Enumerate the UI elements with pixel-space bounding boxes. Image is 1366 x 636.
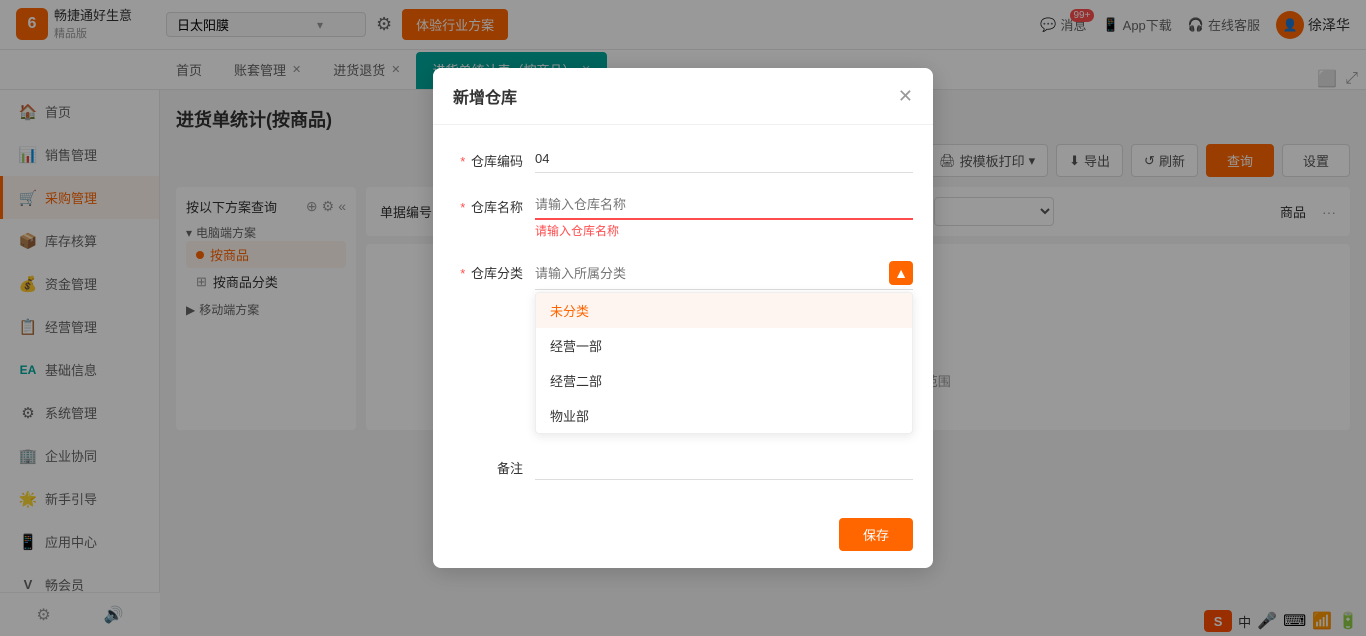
- dropdown-item-uncategorized[interactable]: 未分类: [536, 293, 912, 328]
- new-warehouse-modal: 新增仓库 ✕ * 仓库编码 * 仓库名称: [433, 68, 933, 568]
- code-input[interactable]: [535, 145, 913, 173]
- dropdown-item-dept2[interactable]: 经营二部: [536, 363, 912, 398]
- notes-label: 备注: [453, 452, 523, 477]
- code-label: * 仓库编码: [453, 145, 523, 170]
- name-input[interactable]: [535, 191, 913, 220]
- modal-footer: 保存: [433, 508, 933, 571]
- form-row-category: * 仓库分类 ▲ 未分类 经营一部 经营二部 物业部: [453, 257, 913, 434]
- category-label: * 仓库分类: [453, 257, 523, 282]
- modal-close-icon[interactable]: ✕: [898, 86, 913, 107]
- category-input[interactable]: [535, 266, 889, 281]
- modal-title: 新增仓库: [453, 84, 517, 108]
- form-row-notes: 备注: [453, 452, 913, 480]
- notes-input[interactable]: [535, 452, 913, 480]
- name-label: * 仓库名称: [453, 191, 523, 216]
- modal-header: 新增仓库 ✕: [433, 68, 933, 125]
- dropdown-item-dept3[interactable]: 物业部: [536, 398, 912, 433]
- dropdown-item-dept1[interactable]: 经营一部: [536, 328, 912, 363]
- save-button[interactable]: 保存: [839, 518, 913, 551]
- category-chevron-up-icon[interactable]: ▲: [889, 261, 913, 285]
- category-dropdown: 未分类 经营一部 经营二部 物业部: [535, 292, 913, 434]
- category-input-wrap: ▲: [535, 257, 913, 290]
- modal-overlay: 新增仓库 ✕ * 仓库编码 * 仓库名称: [0, 0, 1366, 636]
- form-row-code: * 仓库编码: [453, 145, 913, 173]
- form-row-name: * 仓库名称 请输入仓库名称: [453, 191, 913, 239]
- modal-body: * 仓库编码 * 仓库名称 请输入仓库名称: [433, 125, 933, 508]
- name-error-message: 请输入仓库名称: [535, 222, 913, 239]
